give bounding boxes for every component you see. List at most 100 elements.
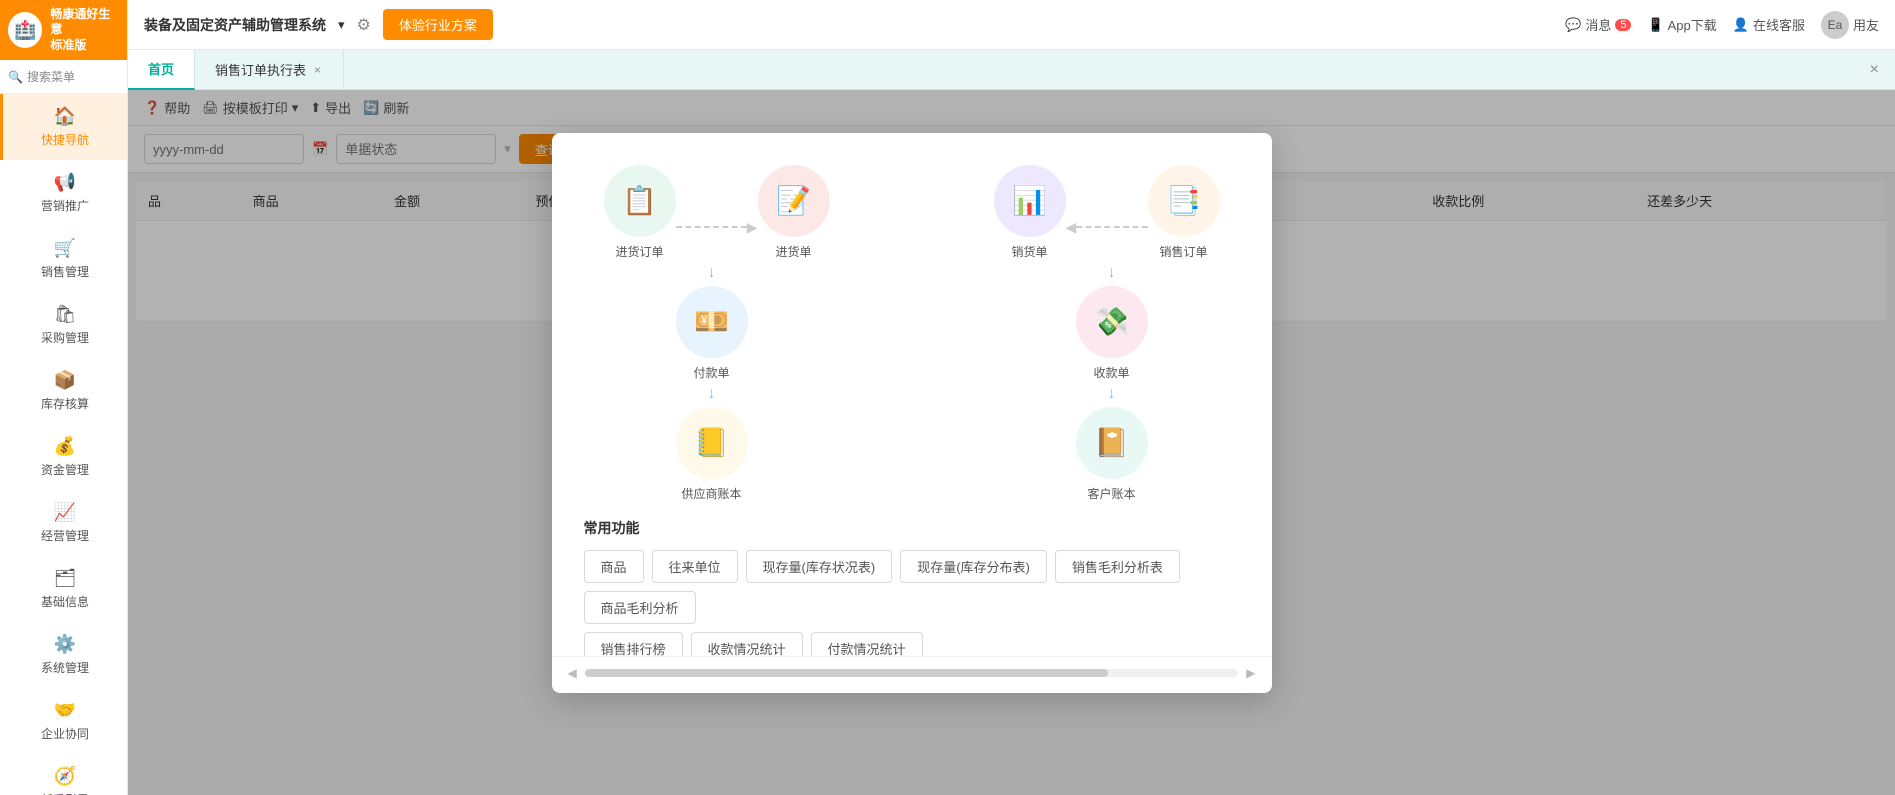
online-service-button[interactable]: 👤 在线客服 xyxy=(1733,15,1805,34)
system-dropdown[interactable]: ▾ xyxy=(338,17,345,33)
tab-area-close-icon[interactable]: × xyxy=(1854,61,1895,79)
func-btn-stock-status[interactable]: 现存量(库存状况表) xyxy=(746,550,893,583)
func-btn-partners[interactable]: 往来单位 xyxy=(652,550,738,583)
sale-circle: 📊 xyxy=(994,165,1066,237)
cooperation-icon: 🤝 xyxy=(54,700,76,721)
dropdown-icon: ▾ xyxy=(338,17,345,33)
sidebar-item-system[interactable]: ⚙️ 系统管理 xyxy=(0,622,127,688)
flow-item-payment-out[interactable]: 💴 付款单 xyxy=(676,286,748,381)
scroll-left-icon[interactable]: ◀ xyxy=(568,666,577,680)
payment-out-circle: 💴 xyxy=(676,286,748,358)
purchase-icon: 🛍 xyxy=(54,304,77,325)
logo-text: 畅康通好生意 标准版 xyxy=(50,7,119,54)
func-btn-stock-dist[interactable]: 现存量(库存分布表) xyxy=(900,550,1047,583)
sale-icon: 📊 xyxy=(1012,184,1047,217)
payment-in-circle: 💸 xyxy=(1076,286,1148,358)
func-btn-sale-rank[interactable]: 销售排行榜 xyxy=(584,632,683,656)
func-buttons-row2: 销售排行榜 收款情况统计 付款情况统计 xyxy=(584,632,1240,656)
flow-item-sale[interactable]: 📊 销货单 xyxy=(994,165,1066,260)
user-menu[interactable]: Ea 用友 xyxy=(1821,11,1879,39)
settings-button[interactable]: ⚙ xyxy=(357,15,371,35)
scroll-track[interactable] xyxy=(585,669,1239,677)
sidebar-logo: 🏥 畅康通好生意 标准版 xyxy=(0,0,127,60)
tab-sales-order[interactable]: 销售订单执行表 × xyxy=(195,50,344,90)
func-btn-sale-profit[interactable]: 销售毛利分析表 xyxy=(1055,550,1180,583)
sale-order-label: 销售订单 xyxy=(1159,243,1207,260)
tab-close-icon[interactable]: × xyxy=(312,61,323,79)
sidebar-item-inventory[interactable]: 📦 库存核算 xyxy=(0,358,127,424)
modal-scrollbar-area: ◀ ▶ xyxy=(552,656,1272,693)
search-icon: 🔍 xyxy=(8,70,23,84)
quick-nav-modal: 📋 进货订单 ▶ xyxy=(552,133,1272,693)
sidebar-item-basic[interactable]: 🗂 基础信息 xyxy=(0,556,127,622)
sidebar-item-operations[interactable]: 📈 经营管理 xyxy=(0,490,127,556)
func-btn-payment-stat[interactable]: 收款情况统计 xyxy=(691,632,803,656)
purchase-order-circle: 📋 xyxy=(604,165,676,237)
flow-diagram: 📋 进货订单 ▶ xyxy=(584,165,1240,502)
sidebar-nav: 🏠 快捷导航 📢 营销推广 🛒 销售管理 🛍 采购管理 📦 库存核算 💰 xyxy=(0,94,127,795)
sale-order-icon: 📑 xyxy=(1166,184,1201,217)
logo-icon: 🏥 xyxy=(8,12,42,48)
purchase-circle: 📝 xyxy=(758,165,830,237)
sidebar-item-purchase[interactable]: 🛍 采购管理 xyxy=(0,292,127,358)
flow-item-purchase-order[interactable]: 📋 进货订单 xyxy=(604,165,676,260)
flow-item-payment-in[interactable]: 💸 收款单 xyxy=(1076,286,1148,381)
content-area: ❓ 帮助 🖨 按模板打印 ▾ ⬆ 导出 🔄 刷新 xyxy=(128,90,1895,795)
scroll-thumb xyxy=(585,669,1108,677)
modal-overlay[interactable]: 📋 进货订单 ▶ xyxy=(128,90,1895,795)
flow-item-sale-order[interactable]: 📑 销售订单 xyxy=(1148,165,1220,260)
system-icon: ⚙️ xyxy=(54,634,76,655)
sale-order-circle: 📑 xyxy=(1148,165,1220,237)
sales-icon: 🛒 xyxy=(54,238,76,259)
supplier-account-icon: 📒 xyxy=(694,426,729,459)
message-badge: 5 xyxy=(1615,19,1631,31)
app-download-button[interactable]: 📱 App下载 xyxy=(1647,15,1716,34)
scroll-row: ◀ ▶ xyxy=(568,665,1256,681)
sidebar-item-marketing[interactable]: 📢 营销推广 xyxy=(0,160,127,226)
sidebar-item-finance[interactable]: 💰 资金管理 xyxy=(0,424,127,490)
inventory-icon: 📦 xyxy=(54,370,76,391)
tabs-bar: 首页 销售订单执行表 × × xyxy=(128,50,1895,90)
search-menu[interactable]: 🔍 搜索菜单 xyxy=(0,60,127,94)
modal-body: 📋 进货订单 ▶ xyxy=(552,133,1272,656)
payment-out-label: 付款单 xyxy=(693,364,729,381)
func-btn-product-profit[interactable]: 商品毛利分析 xyxy=(584,591,696,624)
finance-icon: 💰 xyxy=(54,436,76,457)
download-icon: 📱 xyxy=(1647,17,1663,33)
main-content: 装备及固定资产辅助管理系统 ▾ ⚙ 体验行业方案 💬 消息 5 📱 App下载 … xyxy=(128,0,1895,795)
sidebar: 🏥 畅康通好生意 标准版 🔍 搜索菜单 🏠 快捷导航 📢 营销推广 🛒 销售管理 xyxy=(0,0,128,795)
common-functions: 常用功能 商品 往来单位 现存量(库存状况表) 现存量(库存分布表) 销售毛利分… xyxy=(584,518,1240,656)
system-title: 装备及固定资产辅助管理系统 xyxy=(144,15,326,35)
service-icon: 👤 xyxy=(1733,17,1749,33)
marketing-icon: 📢 xyxy=(54,172,76,193)
customer-account-label: 客户账本 xyxy=(1087,485,1135,502)
func-btn-pay-stat[interactable]: 付款情况统计 xyxy=(811,632,923,656)
tab-home[interactable]: 首页 xyxy=(128,50,195,90)
user-avatar: Ea xyxy=(1821,11,1849,39)
sidebar-item-sales[interactable]: 🛒 销售管理 xyxy=(0,226,127,292)
basic-icon: 🗂 xyxy=(54,568,77,589)
sidebar-item-cooperation[interactable]: 🤝 企业协同 xyxy=(0,688,127,754)
sidebar-item-guide[interactable]: 🧭 新手引导 xyxy=(0,754,127,795)
flow-item-supplier-account[interactable]: 📒 供应商账本 xyxy=(676,407,748,502)
guide-icon: 🧭 xyxy=(54,766,76,787)
func-btn-product[interactable]: 商品 xyxy=(584,550,644,583)
home-icon: 🏠 xyxy=(54,106,76,127)
sale-label: 销货单 xyxy=(1011,243,1047,260)
sidebar-item-quick[interactable]: 🏠 快捷导航 xyxy=(0,94,127,160)
flow-item-customer-account[interactable]: 📔 客户账本 xyxy=(1076,407,1148,502)
message-button[interactable]: 💬 消息 5 xyxy=(1565,15,1631,34)
func-buttons-row1: 商品 往来单位 现存量(库存状况表) 现存量(库存分布表) 销售毛利分析表 商品… xyxy=(584,550,1240,624)
supplier-account-circle: 📒 xyxy=(676,407,748,479)
purchase-label: 进货单 xyxy=(775,243,811,260)
flow-item-purchase[interactable]: 📝 进货单 xyxy=(758,165,830,260)
customer-account-circle: 📔 xyxy=(1076,407,1148,479)
purchase-icon: 📝 xyxy=(776,184,811,217)
payment-out-icon: 💴 xyxy=(694,305,729,338)
common-functions-title: 常用功能 xyxy=(584,518,1240,538)
purchase-order-icon: 📋 xyxy=(622,184,657,217)
payment-in-icon: 💸 xyxy=(1094,305,1129,338)
experience-btn[interactable]: 体验行业方案 xyxy=(383,9,493,40)
purchase-order-label: 进货订单 xyxy=(615,243,663,260)
scroll-right-icon[interactable]: ▶ xyxy=(1246,666,1255,680)
